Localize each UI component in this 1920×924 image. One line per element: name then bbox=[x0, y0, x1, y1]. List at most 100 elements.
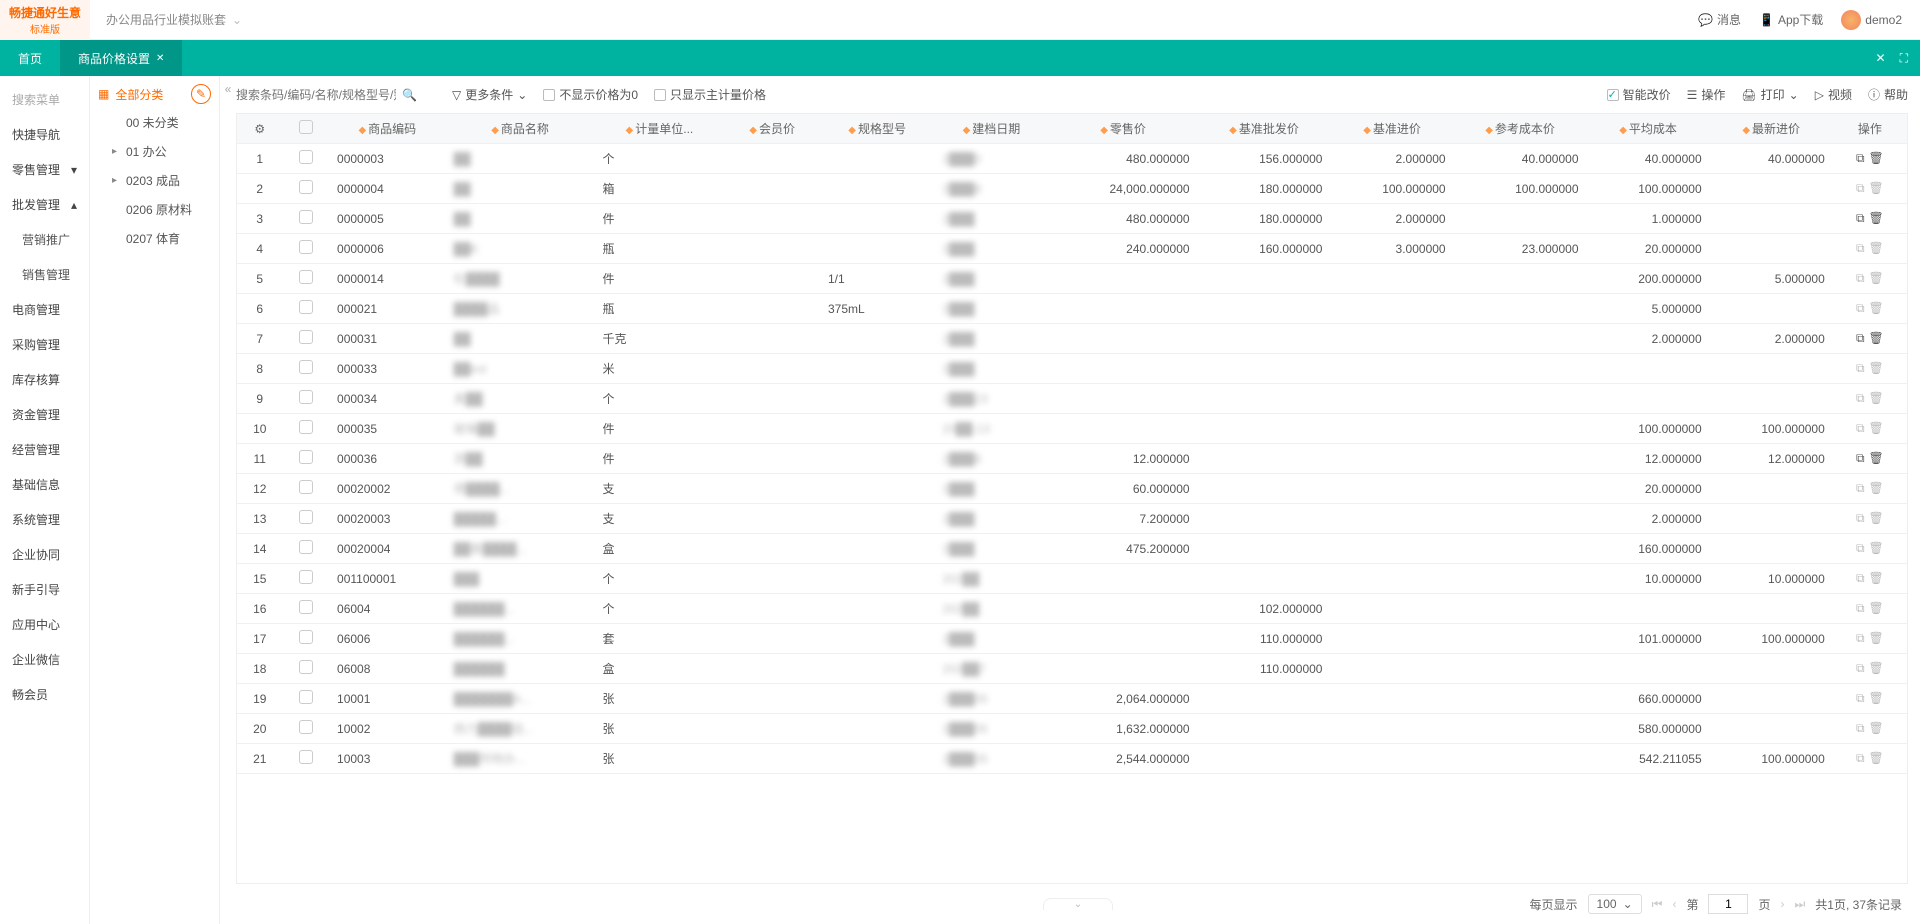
copy-icon[interactable]: ⧉ bbox=[1856, 361, 1865, 375]
row-checkbox[interactable] bbox=[299, 330, 313, 344]
column-header[interactable]: ◆规格型号 bbox=[820, 114, 934, 144]
sidebar-item-collab[interactable]: 企业协同 bbox=[0, 537, 89, 572]
messages-button[interactable]: 💬消息 bbox=[1698, 11, 1741, 28]
column-header[interactable] bbox=[283, 114, 330, 144]
table-row[interactable]: 1606004██████...个202██102.000000⧉🗑 bbox=[237, 594, 1907, 624]
copy-icon[interactable]: ⧉ bbox=[1856, 601, 1865, 615]
table-row[interactable]: 40000006██K瓶2███240.000000160.0000003.00… bbox=[237, 234, 1907, 264]
table-row[interactable]: 1200020002得████...支2███60.00000020.00000… bbox=[237, 474, 1907, 504]
row-checkbox[interactable] bbox=[299, 450, 313, 464]
first-page-button[interactable]: ⏮ bbox=[1652, 897, 1663, 912]
table-row[interactable]: 10000003██个2███0480.000000156.0000002.00… bbox=[237, 144, 1907, 174]
copy-icon[interactable]: ⧉ bbox=[1856, 421, 1865, 435]
sidebar-item-system[interactable]: 系统管理 bbox=[0, 502, 89, 537]
sidebar-item-ecommerce[interactable]: 电商管理 bbox=[0, 292, 89, 327]
table-row[interactable]: 6000021████品瓶375mL2███5.000000⧉🗑 bbox=[237, 294, 1907, 324]
category-item[interactable]: 00 未分类 bbox=[90, 108, 219, 137]
close-all-icon[interactable]: ✕ bbox=[1876, 51, 1886, 65]
delete-icon[interactable]: 🗑 bbox=[1869, 181, 1884, 195]
table-row[interactable]: 1706006██████...套2███110.000000101.00000… bbox=[237, 624, 1907, 654]
table-row[interactable]: 50000014杜████件1/12███200.0000005.000000⧉… bbox=[237, 264, 1907, 294]
delete-icon[interactable]: 🗑 bbox=[1869, 391, 1884, 405]
table-row[interactable]: 1300020003█████...支2███7.2000002.000000⧉… bbox=[237, 504, 1907, 534]
table-row[interactable]: 10000035玻璃██件20██-13100.000000100.000000… bbox=[237, 414, 1907, 444]
copy-icon[interactable]: ⧉ bbox=[1856, 331, 1865, 345]
category-item[interactable]: 0206 原材料 bbox=[90, 195, 219, 224]
row-checkbox[interactable] bbox=[299, 750, 313, 764]
copy-icon[interactable]: ⧉ bbox=[1856, 661, 1865, 675]
column-header[interactable]: ◆商品编码 bbox=[329, 114, 446, 144]
table-row[interactable]: 11000036测██件2███812.00000012.00000012.00… bbox=[237, 444, 1907, 474]
row-checkbox[interactable] bbox=[299, 300, 313, 314]
sidebar-item-quicknav[interactable]: 快捷导航 bbox=[0, 117, 89, 152]
column-header[interactable]: ◆商品名称 bbox=[446, 114, 595, 144]
per-page-select[interactable]: 100⌄ bbox=[1588, 894, 1642, 914]
delete-icon[interactable]: 🗑 bbox=[1869, 541, 1884, 555]
next-page-button[interactable]: › bbox=[1780, 897, 1784, 911]
row-checkbox[interactable] bbox=[299, 570, 313, 584]
sidebar-item-wholesale[interactable]: 批发管理▴ bbox=[0, 187, 89, 222]
row-checkbox[interactable] bbox=[299, 480, 313, 494]
table-row[interactable]: 1400020004██客████...盒2███475.200000160.0… bbox=[237, 534, 1907, 564]
delete-icon[interactable]: 🗑 bbox=[1869, 211, 1884, 225]
copy-icon[interactable]: ⧉ bbox=[1856, 241, 1865, 255]
edit-category-button[interactable]: ✎ bbox=[191, 84, 211, 104]
delete-icon[interactable]: 🗑 bbox=[1869, 751, 1884, 765]
select-all-checkbox[interactable] bbox=[299, 120, 313, 134]
column-header[interactable]: ◆计量单位... bbox=[594, 114, 724, 144]
row-checkbox[interactable] bbox=[299, 390, 313, 404]
copy-icon[interactable]: ⧉ bbox=[1856, 211, 1865, 225]
delete-icon[interactable]: 🗑 bbox=[1869, 451, 1884, 465]
row-checkbox[interactable] bbox=[299, 690, 313, 704]
copy-icon[interactable]: ⧉ bbox=[1856, 541, 1865, 555]
delete-icon[interactable]: 🗑 bbox=[1869, 721, 1884, 735]
delete-icon[interactable]: 🗑 bbox=[1869, 241, 1884, 255]
column-header[interactable]: ◆基准批发价 bbox=[1198, 114, 1331, 144]
column-header[interactable]: ◆会员价 bbox=[724, 114, 820, 144]
row-checkbox[interactable] bbox=[299, 360, 313, 374]
column-header[interactable]: ◆零售价 bbox=[1049, 114, 1198, 144]
operate-button[interactable]: ☰操作 bbox=[1687, 86, 1726, 103]
copy-icon[interactable]: ⧉ bbox=[1856, 631, 1865, 645]
table-row[interactable]: 9000034奥██个2███23⧉🗑 bbox=[237, 384, 1907, 414]
sidebar-item-basic[interactable]: 基础信息 bbox=[0, 467, 89, 502]
only-main-unit-checkbox[interactable]: 只显示主计量价格 bbox=[654, 86, 766, 103]
tab-home[interactable]: 首页 bbox=[0, 40, 60, 76]
sidebar-item-member[interactable]: 畅会员 bbox=[0, 677, 89, 712]
table-row[interactable]: 2010002扬力████结...张2███051,632.000000580.… bbox=[237, 714, 1907, 744]
sidebar-item-purchase[interactable]: 采购管理 bbox=[0, 327, 89, 362]
column-header[interactable]: 操作 bbox=[1833, 114, 1907, 144]
column-header[interactable]: ◆建档日期 bbox=[934, 114, 1048, 144]
delete-icon[interactable]: 🗑 bbox=[1869, 151, 1884, 165]
copy-icon[interactable]: ⧉ bbox=[1856, 151, 1865, 165]
app-download-button[interactable]: 📱App下载 bbox=[1759, 11, 1823, 28]
column-header[interactable]: ◆基准进价 bbox=[1330, 114, 1453, 144]
table-row[interactable]: 30000005██件2███480.000000180.0000002.000… bbox=[237, 204, 1907, 234]
row-checkbox[interactable] bbox=[299, 510, 313, 524]
delete-icon[interactable]: 🗑 bbox=[1869, 301, 1884, 315]
sidebar-item-guide[interactable]: 新手引导 bbox=[0, 572, 89, 607]
row-checkbox[interactable] bbox=[299, 150, 313, 164]
delete-icon[interactable]: 🗑 bbox=[1869, 481, 1884, 495]
category-item[interactable]: ▸01 办公 bbox=[90, 137, 219, 166]
table-row[interactable]: 20000004██箱2███824,000.000000180.0000001… bbox=[237, 174, 1907, 204]
copy-icon[interactable]: ⧉ bbox=[1856, 511, 1865, 525]
column-header[interactable]: ◆平均成本 bbox=[1587, 114, 1710, 144]
row-checkbox[interactable] bbox=[299, 720, 313, 734]
category-item[interactable]: ▸0203 成品 bbox=[90, 166, 219, 195]
sidebar-sub-marketing[interactable]: 营销推广 bbox=[0, 222, 89, 257]
row-checkbox[interactable] bbox=[299, 210, 313, 224]
delete-icon[interactable]: 🗑 bbox=[1869, 571, 1884, 585]
delete-icon[interactable]: 🗑 bbox=[1869, 691, 1884, 705]
delete-icon[interactable]: 🗑 bbox=[1869, 361, 1884, 375]
sidebar-item-wework[interactable]: 企业微信 bbox=[0, 642, 89, 677]
copy-icon[interactable]: ⧉ bbox=[1856, 391, 1865, 405]
row-checkbox[interactable] bbox=[299, 240, 313, 254]
table-row[interactable]: 7000031██千克2███2.0000002.000000⧉🗑 bbox=[237, 324, 1907, 354]
workspace-selector[interactable]: 办公用品行业模拟账套 ⌄ bbox=[90, 11, 258, 28]
sidebar-item-finance[interactable]: 资金管理 bbox=[0, 397, 89, 432]
delete-icon[interactable]: 🗑 bbox=[1869, 511, 1884, 525]
prev-page-button[interactable]: ‹ bbox=[1672, 897, 1676, 911]
table-row[interactable]: 1910001███████A...张2███052,064.000000660… bbox=[237, 684, 1907, 714]
gear-icon[interactable]: ⚙ bbox=[254, 122, 265, 136]
